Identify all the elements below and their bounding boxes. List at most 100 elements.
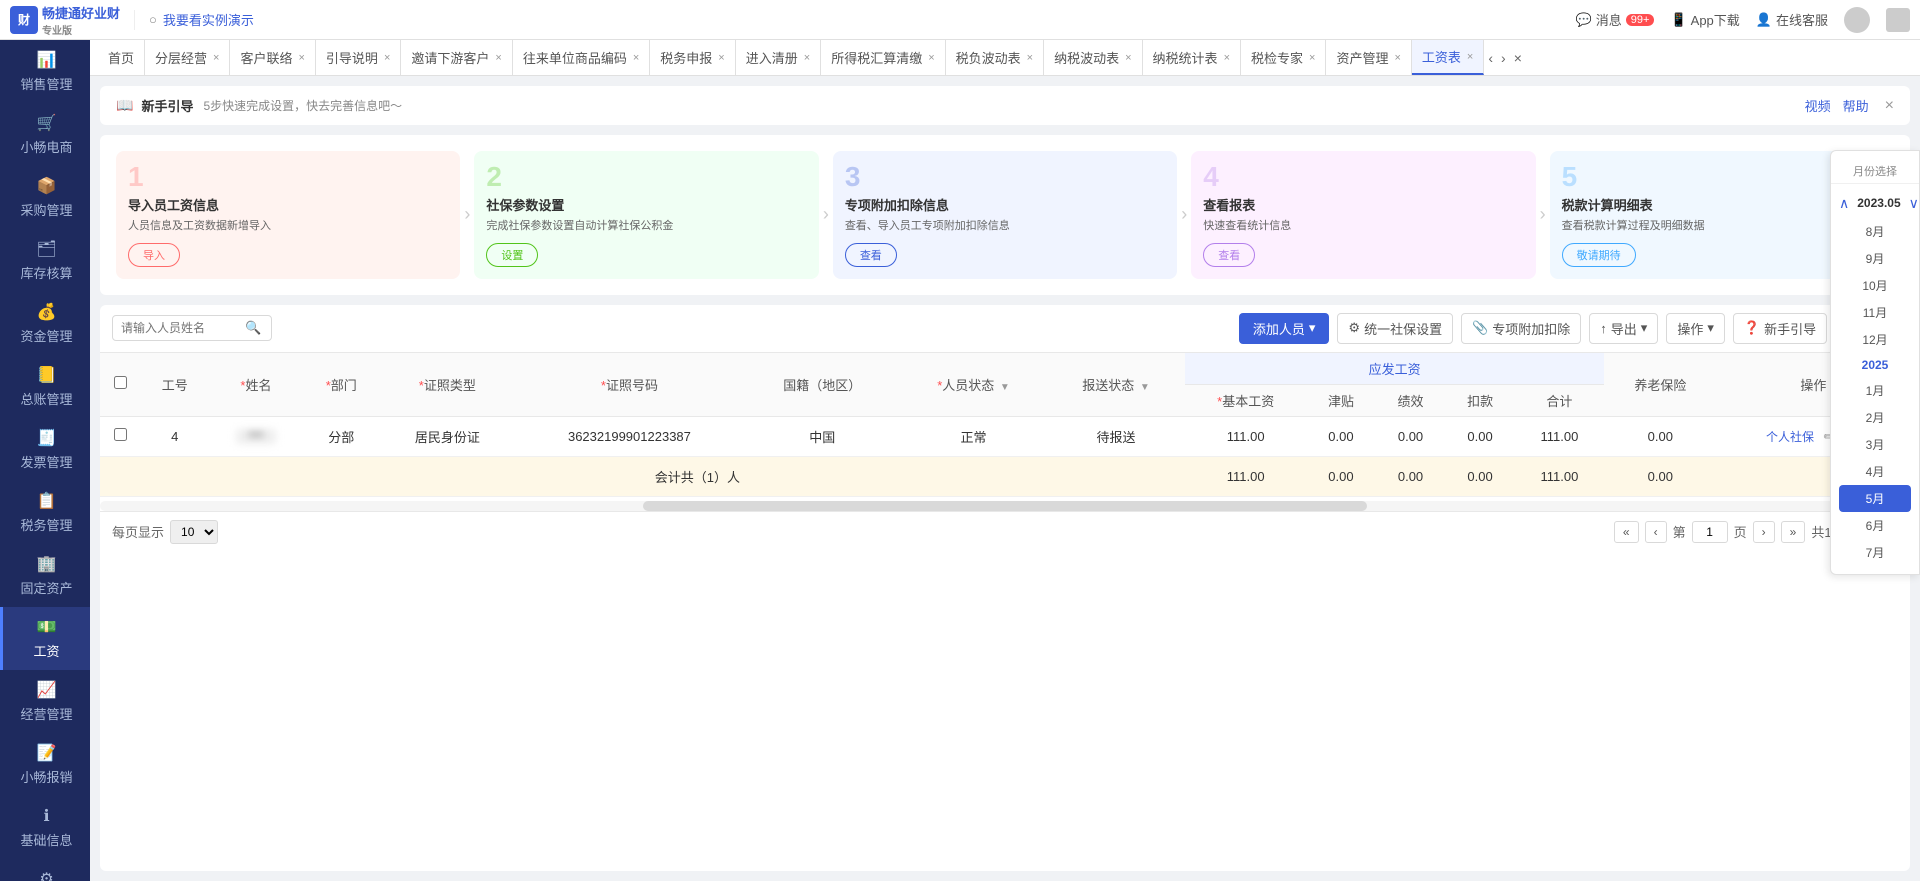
month-11[interactable]: 11月 <box>1831 299 1919 326</box>
scrollbar-thumb[interactable] <box>643 501 1367 511</box>
export-btn[interactable]: ↑ 导出 ▾ <box>1589 313 1658 344</box>
last-page-btn[interactable]: » <box>1781 521 1806 543</box>
demo-link[interactable]: 我要看实例演示 <box>163 10 254 29</box>
page-input[interactable] <box>1692 521 1728 543</box>
sidebar-item-payroll[interactable]: 💵 工资 <box>0 607 90 670</box>
avatar[interactable] <box>1844 7 1870 33</box>
month-1[interactable]: 1月 <box>1831 377 1919 404</box>
operate-dropdown-icon: ▾ <box>1707 320 1714 336</box>
operate-btn[interactable]: 操作 ▾ <box>1666 313 1725 344</box>
search-wrap[interactable]: 🔍 <box>112 315 272 341</box>
step5-btn[interactable]: 敬请期待 <box>1562 243 1636 267</box>
step4-btn[interactable]: 查看 <box>1203 243 1255 267</box>
tab-layered-close[interactable]: × <box>213 52 219 64</box>
tab-clearance[interactable]: 进入清册 × <box>736 40 821 75</box>
first-page-btn[interactable]: « <box>1614 521 1639 543</box>
sidebar-item-finance[interactable]: 💰 资金管理 <box>0 292 90 355</box>
horizontal-scrollbar[interactable] <box>100 501 1910 511</box>
tab-client-close[interactable]: × <box>298 52 304 64</box>
guide-help-link[interactable]: 帮助 <box>1843 96 1869 115</box>
month-3[interactable]: 3月 <box>1831 431 1919 458</box>
sidebar-item-ecommerce[interactable]: 🛒 小畅电商 <box>0 103 90 166</box>
month-next-btn[interactable]: ∨ <box>1909 195 1919 212</box>
sidebar-item-system[interactable]: ⚙ 系统管理 <box>0 859 90 881</box>
row-checkbox[interactable] <box>114 428 127 441</box>
add-person-btn[interactable]: 添加人员 ▾ <box>1239 313 1330 344</box>
tab-tax-burden-close[interactable]: × <box>1027 52 1033 64</box>
step2-btn[interactable]: 设置 <box>486 243 538 267</box>
sidebar-item-assets[interactable]: 🏢 固定资产 <box>0 544 90 607</box>
tab-product-code[interactable]: 往来单位商品编码 × <box>513 40 650 75</box>
tab-tax-report-close[interactable]: × <box>718 52 724 64</box>
guide-close-icon[interactable]: × <box>1885 97 1894 115</box>
tab-asset-mgmt-close[interactable]: × <box>1394 52 1400 64</box>
month-12[interactable]: 12月 <box>1831 326 1919 353</box>
select-all-checkbox[interactable] <box>114 376 127 389</box>
message-btn[interactable]: 💬 消息 99+ <box>1576 10 1655 29</box>
tab-asset-mgmt[interactable]: 资产管理 × <box>1326 40 1411 75</box>
tab-tax-expert-close[interactable]: × <box>1309 52 1315 64</box>
tab-close-all-btn[interactable]: × <box>1510 50 1526 66</box>
sidebar-item-tax[interactable]: 📋 税务管理 <box>0 481 90 544</box>
sidebar-item-operation[interactable]: 📈 经营管理 <box>0 670 90 733</box>
sidebar-item-ledger[interactable]: 📒 总账管理 <box>0 355 90 418</box>
tab-tax-stat-close[interactable]: × <box>1224 52 1230 64</box>
month-prev-btn[interactable]: ∧ <box>1839 195 1849 212</box>
special-deduct-btn[interactable]: 📎 专项附加扣除 <box>1461 313 1581 344</box>
tab-client[interactable]: 客户联络 × <box>230 40 315 75</box>
sidebar-item-invoice[interactable]: 🧾 发票管理 <box>0 418 90 481</box>
tab-prev-btn[interactable]: ‹ <box>1484 50 1497 66</box>
month-4[interactable]: 4月 <box>1831 458 1919 485</box>
tab-tax-burden[interactable]: 税负波动表 × <box>946 40 1044 75</box>
report-filter-icon[interactable]: ▼ <box>1140 382 1150 393</box>
tab-next-btn[interactable]: › <box>1497 50 1510 66</box>
user-more-btn[interactable] <box>1886 8 1910 32</box>
status-filter-icon[interactable]: ▼ <box>1000 382 1010 393</box>
page-size-select[interactable]: 10 <box>170 520 218 544</box>
step3-num: 3 <box>845 163 1165 191</box>
tab-tax-stat[interactable]: 纳税统计表 × <box>1143 40 1241 75</box>
tab-invite-close[interactable]: × <box>495 52 501 64</box>
month-10[interactable]: 10月 <box>1831 272 1919 299</box>
search-input[interactable] <box>121 321 241 335</box>
month-6[interactable]: 6月 <box>1831 512 1919 539</box>
tab-clearance-close[interactable]: × <box>804 52 810 64</box>
sidebar-item-expense[interactable]: 📝 小畅报销 <box>0 733 90 796</box>
tab-home[interactable]: 首页 <box>98 40 145 75</box>
tab-tax-wave-close[interactable]: × <box>1125 52 1131 64</box>
guide-video-link[interactable]: 视频 <box>1805 96 1831 115</box>
sidebar-item-basic[interactable]: ℹ 基础信息 <box>0 796 90 859</box>
tab-payroll-close[interactable]: × <box>1467 51 1473 63</box>
sidebar-item-purchase[interactable]: 📦 采购管理 <box>0 166 90 229</box>
tab-invite[interactable]: 邀请下游客户 × <box>401 40 512 75</box>
tab-payroll[interactable]: 工资表 × <box>1412 40 1484 75</box>
tab-tax-report[interactable]: 税务申报 × <box>650 40 735 75</box>
tab-layered[interactable]: 分层经营 × <box>145 40 230 75</box>
app-download-btn[interactable]: 📱 App下载 <box>1670 10 1739 29</box>
tab-tax-wave[interactable]: 纳税波动表 × <box>1044 40 1142 75</box>
action-social-link[interactable]: 个人社保 <box>1766 430 1814 444</box>
tab-income-tax[interactable]: 所得税汇算清缴 × <box>821 40 945 75</box>
month-8[interactable]: 8月 <box>1831 218 1919 245</box>
prev-page-btn[interactable]: ‹ <box>1645 521 1667 543</box>
tab-income-tax-close[interactable]: × <box>928 52 934 64</box>
tab-guide-desc-close[interactable]: × <box>384 52 390 64</box>
tab-product-code-close[interactable]: × <box>633 52 639 64</box>
dropdown-icon: ▾ <box>1309 320 1316 336</box>
tab-bar: 首页 分层经营 × 客户联络 × 引导说明 × 邀请下游客户 × 往来单位商品编… <box>90 40 1920 76</box>
guide-btn[interactable]: ❓ 新手引导 <box>1733 313 1827 344</box>
month-9[interactable]: 9月 <box>1831 245 1919 272</box>
tab-tax-expert[interactable]: 税检专家 × <box>1241 40 1326 75</box>
sidebar-item-inventory[interactable]: 🗂 库存核算 <box>0 229 90 292</box>
next-page-btn[interactable]: › <box>1753 521 1775 543</box>
month-2[interactable]: 2月 <box>1831 404 1919 431</box>
sidebar-item-sales[interactable]: 📊 销售管理 <box>0 40 90 103</box>
summary-total: 111.00 <box>1515 456 1604 496</box>
tab-guide-desc[interactable]: 引导说明 × <box>316 40 401 75</box>
month-7[interactable]: 7月 <box>1831 539 1919 566</box>
social-settings-btn[interactable]: ⚙ 统一社保设置 <box>1337 313 1453 344</box>
month-5[interactable]: 5月 <box>1839 485 1911 512</box>
online-service-btn[interactable]: 👤 在线客服 <box>1756 10 1828 29</box>
step3-btn[interactable]: 查看 <box>845 243 897 267</box>
step1-btn[interactable]: 导入 <box>128 243 180 267</box>
